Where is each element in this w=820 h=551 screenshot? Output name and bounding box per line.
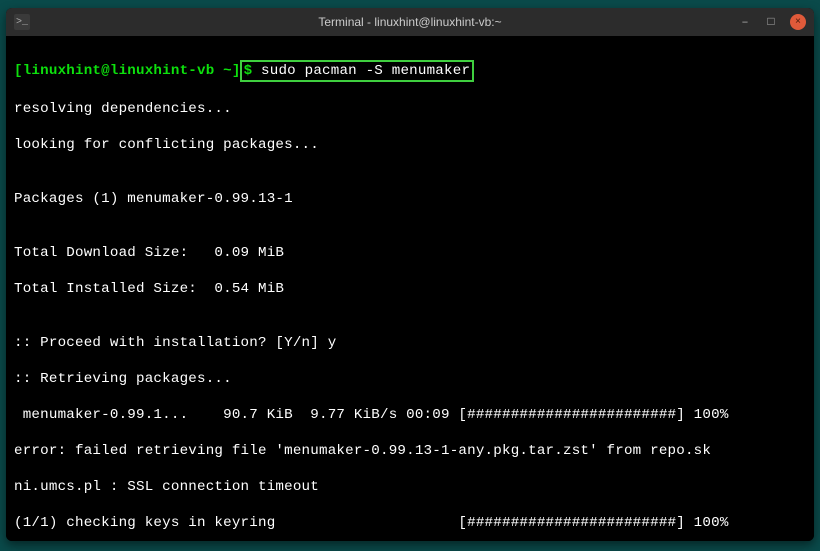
output-line: (1/1) checking keys in keyring [########…	[14, 514, 806, 532]
output-line: resolving dependencies...	[14, 100, 806, 118]
prompt-user: linuxhint@linuxhint-vb	[23, 63, 215, 79]
prompt-path: ~	[223, 63, 232, 79]
output-line: :: Retrieving packages...	[14, 370, 806, 388]
window-controls: – □ ×	[738, 14, 806, 30]
output-line: looking for conflicting packages...	[14, 136, 806, 154]
terminal-body[interactable]: [linuxhint@linuxhint-vb ~]$ sudo pacman …	[6, 36, 814, 541]
minimize-button[interactable]: –	[738, 15, 752, 29]
command-text: sudo pacman -S menumaker	[261, 63, 470, 79]
maximize-button[interactable]: □	[764, 15, 778, 29]
window-title: Terminal - linuxhint@linuxhint-vb:~	[6, 15, 814, 29]
output-line: Packages (1) menumaker-0.99.13-1	[14, 190, 806, 208]
titlebar[interactable]: >_ Terminal - linuxhint@linuxhint-vb:~ –…	[6, 8, 814, 36]
output-line: Total Installed Size: 0.54 MiB	[14, 280, 806, 298]
prompt-dollar: $	[244, 63, 261, 79]
prompt-bracket: [	[14, 63, 23, 79]
terminal-icon: >_	[14, 14, 30, 30]
output-line: ni.umcs.pl : SSL connection timeout	[14, 478, 806, 496]
command-highlight: $ sudo pacman -S menumaker	[240, 60, 475, 82]
close-button[interactable]: ×	[790, 14, 806, 30]
output-line: :: Proceed with installation? [Y/n] y	[14, 334, 806, 352]
terminal-window: >_ Terminal - linuxhint@linuxhint-vb:~ –…	[6, 8, 814, 541]
output-line: Total Download Size: 0.09 MiB	[14, 244, 806, 262]
output-line: menumaker-0.99.1... 90.7 KiB 9.77 KiB/s …	[14, 406, 806, 424]
prompt-sep	[214, 63, 223, 79]
output-line: error: failed retrieving file 'menumaker…	[14, 442, 806, 460]
